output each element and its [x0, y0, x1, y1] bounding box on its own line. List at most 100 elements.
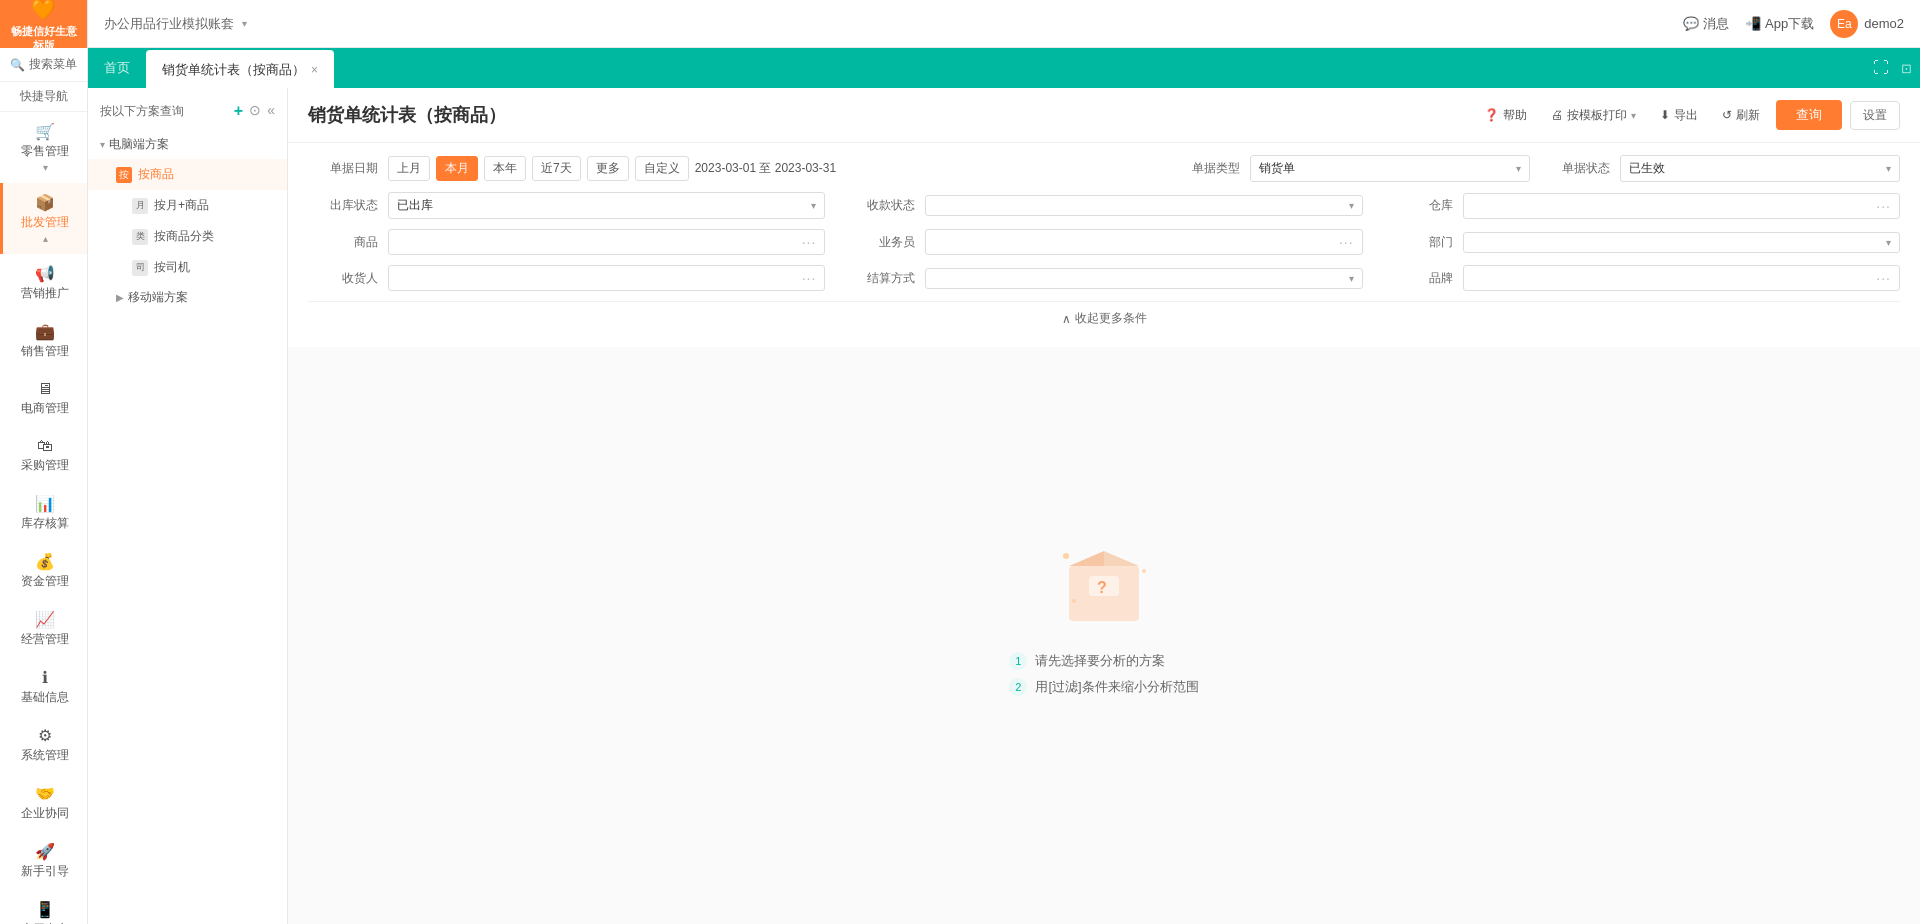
tree-item-by-product[interactable]: 按 按商品: [88, 159, 287, 190]
brand-input[interactable]: ···: [1463, 265, 1900, 291]
collection-select[interactable]: ▾: [925, 195, 1362, 216]
enterprise-icon: 🤝: [35, 784, 55, 803]
messages-icon: 💬: [1683, 16, 1699, 31]
sidebar-item-finance[interactable]: 💰 资金管理: [0, 542, 87, 600]
search-menu-item[interactable]: 🔍 搜索菜单: [0, 48, 87, 82]
messages-label: 消息: [1703, 15, 1729, 33]
sidebar-item-enterprise[interactable]: 🤝 企业协同: [0, 774, 87, 832]
desktop-group[interactable]: ▾ 电脑端方案: [88, 130, 287, 159]
sidebar-item-inventory[interactable]: 📊 库存核算: [0, 484, 87, 542]
tab-close-icon[interactable]: ×: [311, 63, 318, 77]
tab-sales-stats[interactable]: 销货单统计表（按商品） ×: [146, 50, 334, 90]
tip-num-1: 1: [1009, 652, 1027, 670]
tree-section: ▾ 电脑端方案 按 按商品 月 按月+商品 类 按商品分类 司 按司: [88, 126, 287, 316]
date-last7-button[interactable]: 近7天: [532, 156, 581, 181]
out-status-label: 出库状态: [308, 197, 388, 214]
print-icon: 🖨: [1551, 108, 1563, 122]
chevron-down-icon: ▾: [43, 162, 48, 173]
tree-item-by-printer[interactable]: 司 按司机: [88, 252, 287, 283]
sidebar-item-newuser-label: 新手引导: [21, 863, 69, 880]
app-download-button[interactable]: 📲 App下载: [1745, 15, 1814, 33]
sidebar-item-wholesale[interactable]: 📦 批发管理 ▴: [0, 183, 87, 254]
receiver-input[interactable]: ···: [388, 265, 825, 291]
main-area: 办公用品行业模拟账套 ▾ 💬 消息 📲 App下载 Ea demo2 首页 销货…: [88, 0, 1920, 924]
refresh-button[interactable]: ↺ 刷新: [1714, 103, 1768, 128]
fullscreen-button[interactable]: ⊡: [1901, 61, 1912, 76]
date-this-year-button[interactable]: 本年: [484, 156, 526, 181]
sidebar-item-appcenter[interactable]: 📱 应用中心: [0, 890, 87, 924]
export-button[interactable]: ⬇ 导出: [1652, 103, 1706, 128]
user-menu-button[interactable]: Ea demo2: [1830, 10, 1904, 38]
sidebar-item-inventory-label: 库存核算: [21, 515, 69, 532]
print-template-button[interactable]: 🖨 按模板打印 ▾: [1543, 103, 1644, 128]
newuser-icon: 🚀: [35, 842, 55, 861]
tree-item-by-category[interactable]: 类 按商品分类: [88, 221, 287, 252]
filter-row-1: 单据日期 上月 本月 本年 近7天 更多 自定义 2023-03-01 至 20…: [308, 155, 1900, 182]
doc-status-select[interactable]: 已生效 ▾: [1620, 155, 1900, 182]
sidebar-item-wholesale-label: 批发管理: [21, 214, 69, 231]
sidebar-item-operations[interactable]: 📈 经营管理: [0, 600, 87, 658]
mobile-group[interactable]: ▶ 移动端方案: [88, 283, 287, 312]
by-product-icon: 按: [116, 167, 132, 183]
date-this-month-button[interactable]: 本月: [436, 156, 478, 181]
chevron-down-icon: ▾: [100, 139, 105, 150]
messages-button[interactable]: 💬 消息: [1683, 15, 1729, 33]
department-select[interactable]: ▾: [1463, 232, 1900, 253]
quick-nav-item[interactable]: 快捷导航: [0, 82, 87, 112]
page-header: 销货单统计表（按商品） ❓ 设置 帮助 🖨 按模板打印 ▾ ⬇ 导出: [288, 88, 1920, 143]
sidebar-item-basicinfo[interactable]: ℹ 基础信息: [0, 658, 87, 716]
product-input[interactable]: ···: [388, 229, 825, 255]
desktop-group-label: 电脑端方案: [109, 136, 169, 153]
sidebar-item-purchase[interactable]: 🛍 采购管理: [0, 427, 87, 484]
tree-item-by-product-label: 按商品: [138, 166, 174, 183]
logo-icon: 🧡: [31, 0, 56, 22]
svg-point-4: [1063, 553, 1069, 559]
date-group: 上月 本月 本年 近7天 更多 自定义 2023-03-01 至 2023-03…: [388, 156, 1160, 181]
date-more-button[interactable]: 更多: [587, 156, 629, 181]
date-label: 单据日期: [308, 160, 388, 177]
salesperson-input[interactable]: ···: [925, 229, 1362, 255]
collapse-bar[interactable]: ∧ 收起更多条件: [308, 301, 1900, 335]
collapse-panel-button[interactable]: «: [267, 102, 275, 120]
sidebar-item-sales[interactable]: 💼 销售管理: [0, 312, 87, 370]
receiver-label: 收货人: [308, 270, 388, 287]
svg-text:?: ?: [1097, 579, 1107, 596]
maximize-icon: ⛶: [1873, 59, 1889, 76]
finance-icon: 💰: [35, 552, 55, 571]
filter-row-2: 出库状态 已出库 ▾ 收款状态 ▾ 仓库 ···: [308, 192, 1900, 219]
settings-button-label: 设置: [1863, 107, 1887, 124]
warehouse-input[interactable]: ···: [1463, 193, 1900, 219]
date-custom-button[interactable]: 自定义: [635, 156, 689, 181]
left-panel-actions: + ⊙ «: [234, 102, 275, 120]
export-icon: ⬇: [1660, 108, 1670, 122]
svg-point-6: [1072, 599, 1076, 603]
sidebar-item-system-label: 系统管理: [21, 747, 69, 764]
out-status-select[interactable]: 已出库 ▾: [388, 192, 825, 219]
doc-type-select[interactable]: 销货单 ▾: [1250, 155, 1530, 182]
settlement-select[interactable]: ▾: [925, 268, 1362, 289]
settings-scheme-button[interactable]: ⊙: [249, 102, 261, 120]
chevron-right-icon: ▶: [116, 292, 124, 303]
sidebar-item-retail[interactable]: 🛒 零售管理 ▾: [0, 112, 87, 183]
search-button[interactable]: 查询: [1776, 100, 1842, 130]
tab-home[interactable]: 首页: [88, 48, 146, 88]
tab-bar: 首页 销货单统计表（按商品） × ⛶ ⊡: [88, 48, 1920, 88]
app-logo[interactable]: 🧡 畅捷信好生意 标版: [0, 0, 87, 48]
help-button[interactable]: ❓ 设置 帮助: [1476, 103, 1535, 128]
date-last-month-button[interactable]: 上月: [388, 156, 430, 181]
out-status-chevron-icon: ▾: [811, 200, 816, 211]
settings-button[interactable]: 设置: [1850, 101, 1900, 130]
sidebar-item-marketing[interactable]: 📢 营销推广: [0, 254, 87, 312]
by-printer-icon: 司: [132, 260, 148, 276]
sidebar-item-ecommerce[interactable]: 🖥 电商管理: [0, 370, 87, 427]
maximize-button[interactable]: ⛶: [1861, 59, 1901, 77]
quick-nav-label: 快捷导航: [20, 88, 68, 105]
logo-text: 畅捷信好生意: [11, 24, 77, 38]
collapse-label: 收起更多条件: [1075, 310, 1147, 327]
sidebar-item-system[interactable]: ⚙ 系统管理: [0, 716, 87, 774]
tree-item-by-month-product[interactable]: 月 按月+商品: [88, 190, 287, 221]
add-scheme-button[interactable]: +: [234, 102, 243, 120]
sidebar-item-newuser[interactable]: 🚀 新手引导: [0, 832, 87, 890]
settlement-chevron-icon: ▾: [1349, 273, 1354, 284]
search-menu-label: 搜索菜单: [29, 56, 77, 73]
